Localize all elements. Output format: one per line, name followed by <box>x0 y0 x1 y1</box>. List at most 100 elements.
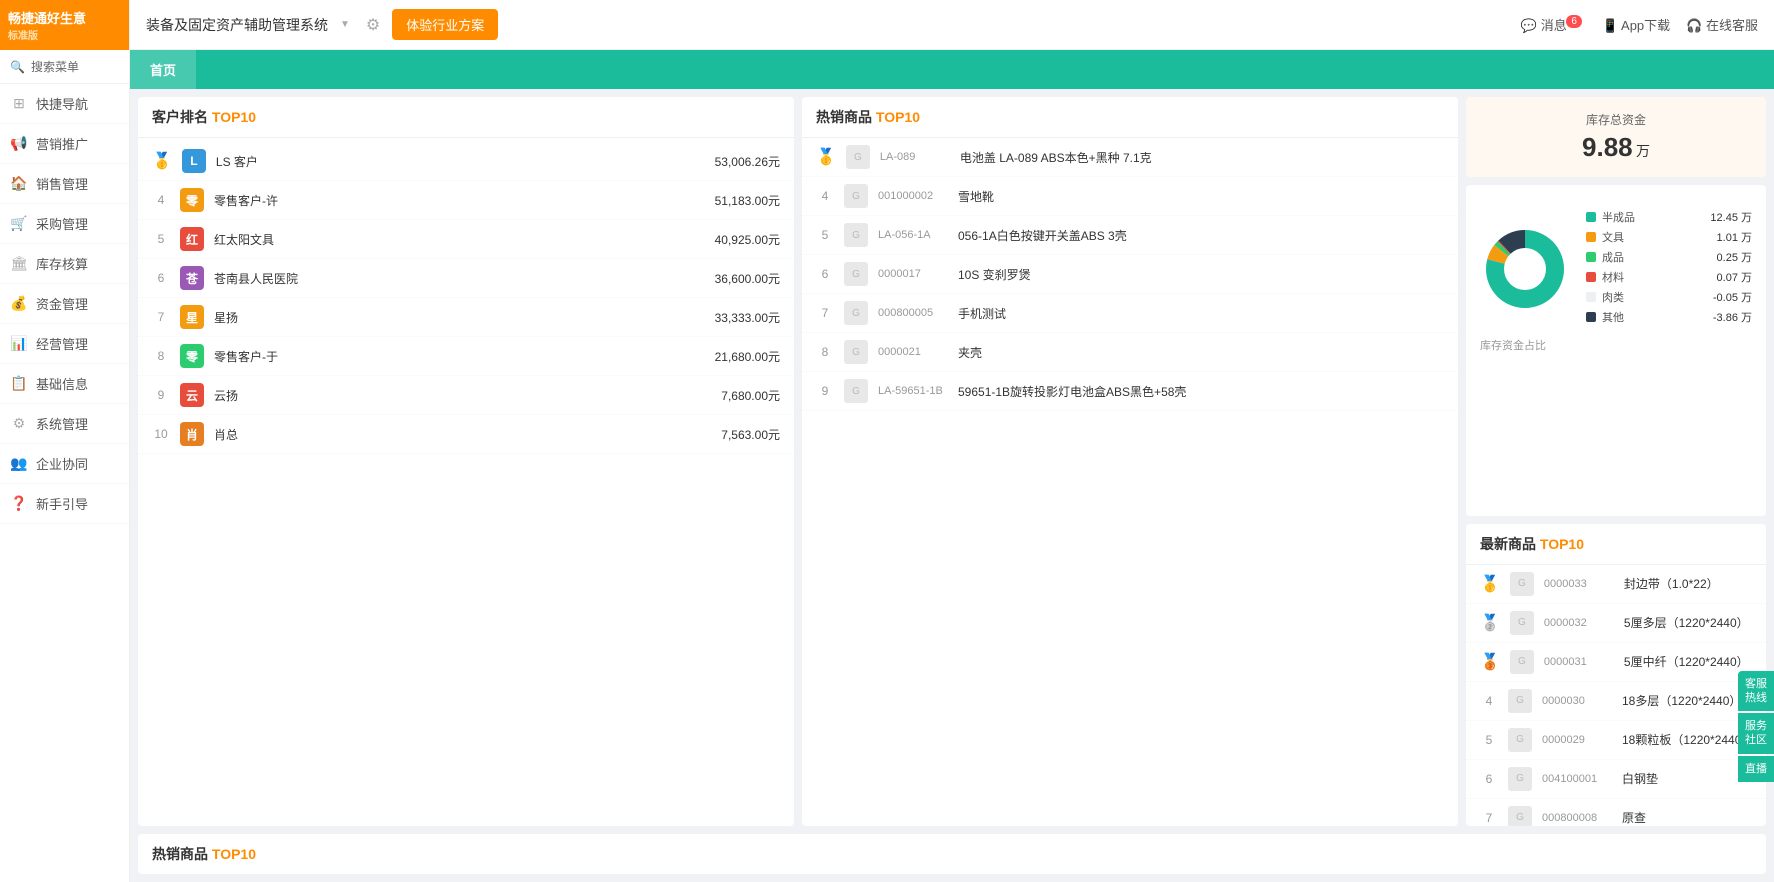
legend-item: 材料 0.07 万 <box>1586 269 1752 285</box>
sidebar-item-采购管理[interactable]: 🛒 采购管理 <box>0 204 129 244</box>
gold-medal-icon: 🥇 <box>152 151 172 171</box>
legend-item: 半成品 12.45 万 <box>1586 209 1752 225</box>
nav-icon: 🛒 <box>10 215 28 233</box>
product-image: G <box>1508 806 1532 827</box>
dropdown-arrow-icon[interactable]: ▼ <box>340 19 350 30</box>
nav-label: 资金管理 <box>36 294 88 313</box>
product-image: G <box>844 301 868 325</box>
rank-number: 8 <box>152 349 170 363</box>
inventory-value-row: 9.88 万 <box>1480 132 1752 163</box>
product-name: 18颗粒板（1220*2440） <box>1622 731 1752 748</box>
sidebar-item-库存核算[interactable]: 🏛库存核算 <box>0 244 129 284</box>
customer-name: LS 客户 <box>216 153 705 170</box>
product-row: 🥇 G LA-089 电池盖 LA-089 ABS本色+黑种 7.1克 <box>802 138 1458 177</box>
legend-value: 12.45 万 <box>1710 209 1752 225</box>
sidebar-item-快捷导航[interactable]: ⊞快捷导航 <box>0 84 129 124</box>
legend-name: 文具 <box>1602 229 1711 245</box>
hot-products-middle-panel: 热销商品 TOP10 🥇 G LA-089 电池盖 LA-089 ABS本色+黑… <box>802 97 1458 826</box>
product-code: LA-089 <box>880 151 950 163</box>
message-icon: 💬 <box>1521 18 1537 33</box>
product-name: 59651-1B旋转投影灯电池盒ABS黑色+58壳 <box>958 383 1444 400</box>
online-service-link[interactable]: 🎧 在线客服 <box>1686 15 1758 34</box>
app-download-link[interactable]: 📱 App下载 <box>1602 15 1670 34</box>
product-code: 0000030 <box>1542 695 1612 707</box>
sidebar-item-企业协同[interactable]: 👥企业协同 <box>0 444 129 484</box>
messages-label: 消息 <box>1541 18 1567 33</box>
sidebar-item-基础信息[interactable]: 📋基础信息 <box>0 364 129 404</box>
mobile-icon: 📱 <box>1602 18 1618 33</box>
service-community-btn[interactable]: 服务社区 <box>1738 713 1774 754</box>
legend-value: 0.25 万 <box>1717 249 1752 265</box>
nav-label: 系统管理 <box>36 414 88 433</box>
sidebar-item-营销推广[interactable]: 📢营销推广 <box>0 124 129 164</box>
rank-number: 6 <box>1480 772 1498 786</box>
product-code: LA-056-1A <box>878 229 948 241</box>
tab-home[interactable]: 首页 <box>130 50 196 89</box>
customer-avatar: 红 <box>180 227 204 251</box>
product-image: G <box>846 145 870 169</box>
product-code: 0000033 <box>1544 578 1614 590</box>
sidebar-item-系统管理[interactable]: ⚙系统管理 <box>0 404 129 444</box>
product-row: 7 G 000800005 手机测试 <box>802 294 1458 333</box>
product-row: 5 G LA-056-1A 056-1A白色按键开关盖ABS 3壳 <box>802 216 1458 255</box>
inventory-unit: 万 <box>1636 143 1650 159</box>
settings-icon[interactable]: ⚙ <box>366 15 380 35</box>
search-menu[interactable]: 🔍 搜索菜单 <box>0 50 129 84</box>
topbar: 装备及固定资产辅助管理系统 ▼ ⚙ 体验行业方案 💬 消息 6 📱 App下载 … <box>130 0 1774 50</box>
customer-amount: 53,006.26元 <box>715 153 780 170</box>
legend-dot <box>1586 212 1596 222</box>
product-code: 001000002 <box>878 190 948 202</box>
chart-legend: 半成品 12.45 万 文具 1.01 万 成品 0.25 万 材料 0.07 … <box>1586 209 1752 329</box>
product-image: G <box>1508 728 1532 752</box>
nav-label: 新手引导 <box>36 494 88 513</box>
customer-ranking-panel: 客户排名 TOP10 🥇 L LS 客户 53,006.26元 4 零 零售客户… <box>138 97 794 826</box>
nav-icon: 📋 <box>10 375 28 393</box>
nav-label: 营销推广 <box>36 134 88 153</box>
search-icon: 🔍 <box>10 60 25 74</box>
content-area: 客户排名 TOP10 🥇 L LS 客户 53,006.26元 4 零 零售客户… <box>130 89 1774 882</box>
trial-button[interactable]: 体验行业方案 <box>392 9 498 40</box>
legend-item: 成品 0.25 万 <box>1586 249 1752 265</box>
customer-name: 零售客户-许 <box>214 192 705 209</box>
rank-number: 9 <box>152 388 170 402</box>
legend-name: 半成品 <box>1602 209 1704 225</box>
product-row: 9 G LA-59651-1B 59651-1B旋转投影灯电池盒ABS黑色+58… <box>802 372 1458 411</box>
sidebar-item-资金管理[interactable]: 💰资金管理 <box>0 284 129 324</box>
main-area: 装备及固定资产辅助管理系统 ▼ ⚙ 体验行业方案 💬 消息 6 📱 App下载 … <box>130 0 1774 882</box>
latest-product-row: 7 G 000800008 原查 <box>1466 799 1766 827</box>
customer-panel-header: 客户排名 TOP10 <box>138 97 794 138</box>
latest-products-card: 最新商品 TOP10 🥇 G 0000033 封边带（1.0*22） 🥈 G 0… <box>1466 524 1766 827</box>
inventory-ratio-label: 库存资金占比 <box>1480 337 1752 353</box>
nav-label: 销售管理 <box>36 174 88 193</box>
product-code: 0000031 <box>1544 656 1614 668</box>
product-image: G <box>1510 650 1534 674</box>
product-image: G <box>844 184 868 208</box>
live-stream-btn[interactable]: 直播 <box>1738 756 1774 782</box>
latest-header: 最新商品 TOP10 <box>1466 524 1766 565</box>
sidebar-item-经营管理[interactable]: 📊经营管理 <box>0 324 129 364</box>
system-title: 装备及固定资产辅助管理系统 <box>146 15 328 35</box>
rank-number: 5 <box>816 228 834 242</box>
sidebar-item-销售管理[interactable]: 🏠销售管理 <box>0 164 129 204</box>
latest-title: 最新商品 TOP10 <box>1480 534 1584 554</box>
product-code: 0000029 <box>1542 734 1612 746</box>
hot-panel-title: 热销商品 TOP10 <box>152 844 256 864</box>
legend-value: -0.05 万 <box>1713 289 1752 305</box>
nav-label: 采购管理 <box>36 214 88 233</box>
nav-label: 企业协同 <box>36 454 88 473</box>
product-image: G <box>844 340 868 364</box>
messages-link[interactable]: 💬 消息 6 <box>1521 15 1586 34</box>
hot-middle-header: 热销商品 TOP10 <box>802 97 1458 138</box>
inventory-label: 库存总资金 <box>1480 111 1752 128</box>
sidebar-item-新手引导[interactable]: ❓新手引导 <box>0 484 129 524</box>
hot-middle-title: 热销商品 TOP10 <box>816 107 920 127</box>
customer-service-btn[interactable]: 客服热线 <box>1738 671 1774 712</box>
customer-row: 9 云 云扬 7,680.00元 <box>138 376 794 415</box>
product-name: 056-1A白色按键开关盖ABS 3壳 <box>958 227 1444 244</box>
customer-row: 8 零 零售客户-于 21,680.00元 <box>138 337 794 376</box>
customer-list: 🥇 L LS 客户 53,006.26元 4 零 零售客户-许 51,183.0… <box>138 138 794 458</box>
inventory-chart-card: 半成品 12.45 万 文具 1.01 万 成品 0.25 万 材料 0.07 … <box>1466 185 1766 516</box>
product-code: 0000032 <box>1544 617 1614 629</box>
latest-product-row: 4 G 0000030 18多层（1220*2440） <box>1466 682 1766 721</box>
sidebar-nav: ⊞快捷导航📢营销推广🏠销售管理 🛒 采购管理 🏛库存核算💰资金管理📊经营管理📋基础信息… <box>0 84 129 524</box>
